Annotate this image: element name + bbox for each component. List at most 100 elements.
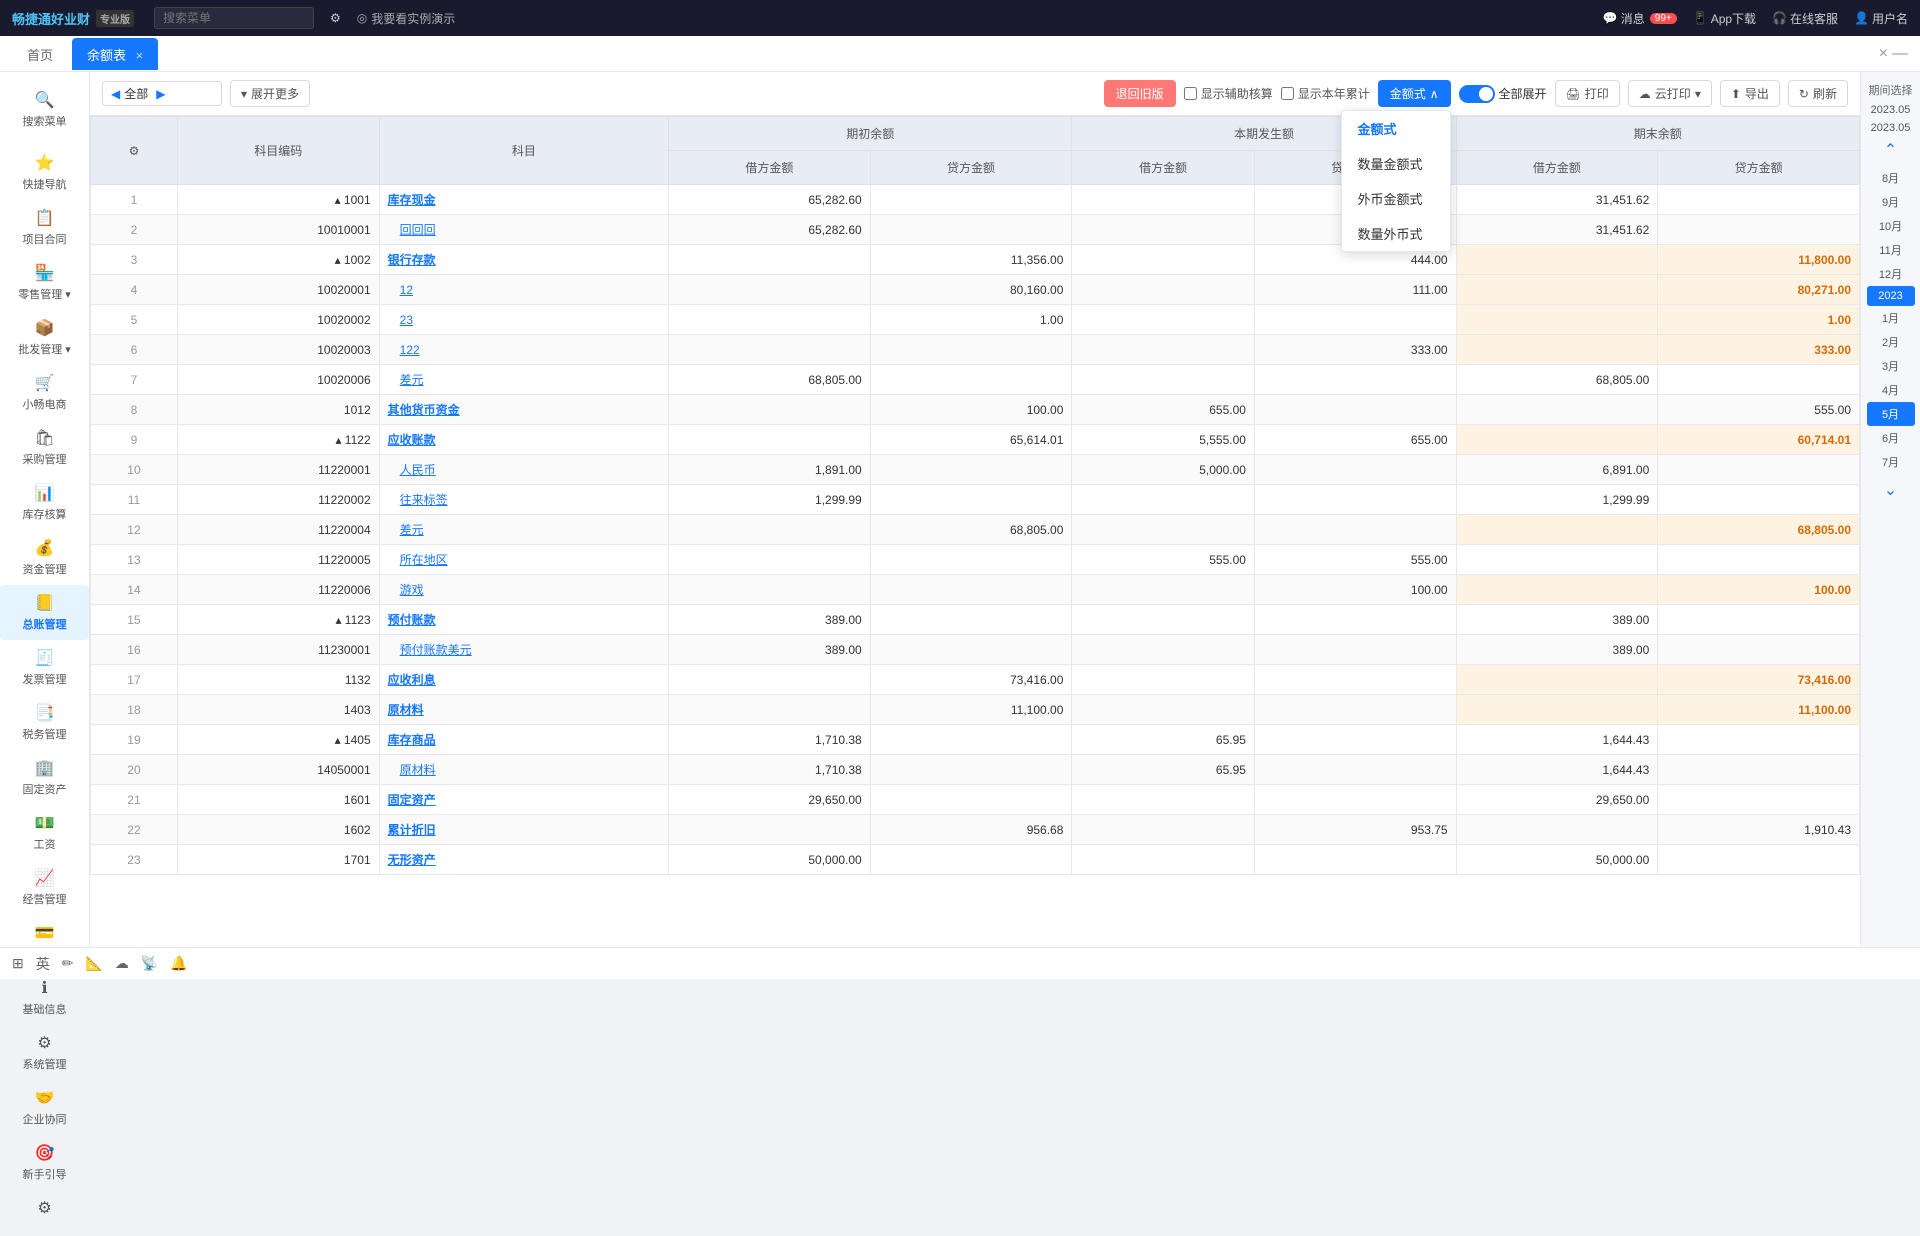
- sidebar-item-salary[interactable]: 💵 工资: [0, 805, 89, 860]
- online-service-btn[interactable]: 🎧 在线客服: [1772, 10, 1838, 27]
- sidebar-item-assets[interactable]: 🏢 固定资产: [0, 750, 89, 805]
- back-icon: ◀: [111, 87, 120, 101]
- format-dropdown-btn[interactable]: 金额式 ∧: [1378, 80, 1451, 107]
- month-item-10月[interactable]: 10月: [1867, 214, 1915, 238]
- sidebar-item-project[interactable]: 📋 项目合同: [0, 200, 89, 255]
- table-row-name[interactable]: 应收账款: [379, 425, 668, 455]
- month-item-6月[interactable]: 6月: [1867, 426, 1915, 450]
- ytd-check[interactable]: [1281, 87, 1294, 100]
- notification-btn[interactable]: 💬 消息 99+: [1603, 10, 1677, 27]
- table-row-name[interactable]: 12: [379, 275, 668, 305]
- expand-all-toggle[interactable]: 全部展开: [1459, 85, 1547, 103]
- table-row-credit-close: [1658, 215, 1860, 245]
- table-row-name[interactable]: 库存现金: [379, 185, 668, 215]
- window-min-btn[interactable]: —: [1892, 45, 1908, 63]
- month-item-7月[interactable]: 7月: [1867, 450, 1915, 474]
- panel-up-arrow[interactable]: ⌃: [1884, 140, 1897, 160]
- sidebar-item-tax[interactable]: 📑 税务管理: [0, 695, 89, 750]
- table-row-name[interactable]: 预付账款: [379, 605, 668, 635]
- month-item-4月[interactable]: 4月: [1867, 378, 1915, 402]
- month-item-2023[interactable]: 2023: [1867, 286, 1915, 306]
- month-item-9月[interactable]: 9月: [1867, 190, 1915, 214]
- table-row-name[interactable]: 回回回: [379, 215, 668, 245]
- table-row-name[interactable]: 原材料: [379, 755, 668, 785]
- sidebar-item-system[interactable]: ⚙ 系统管理: [0, 1025, 89, 1080]
- sidebar-item-operation[interactable]: 📈 经营管理: [0, 860, 89, 915]
- export-btn[interactable]: ⬆ 导出: [1720, 80, 1780, 107]
- th-settings[interactable]: ⚙: [91, 117, 178, 185]
- toggle-control[interactable]: [1459, 85, 1495, 103]
- month-item-12月[interactable]: 12月: [1867, 262, 1915, 286]
- tab-close-icon[interactable]: ×: [136, 48, 144, 63]
- sidebar-settings-btn[interactable]: ⚙: [33, 1190, 55, 1226]
- tab-balance[interactable]: 余额表 ×: [72, 38, 158, 70]
- cloud-print-btn[interactable]: ☁ 云打印 ▾: [1628, 80, 1712, 107]
- sidebar-item-guide[interactable]: 🎯 新手引导: [0, 1135, 89, 1190]
- user-avatar[interactable]: 👤 用户名: [1854, 10, 1908, 27]
- grid-icon[interactable]: ⊞: [12, 955, 24, 972]
- print-btn[interactable]: 🖨 打印: [1555, 80, 1620, 107]
- table-row-name[interactable]: 应收利息: [379, 665, 668, 695]
- signal-icon[interactable]: 📡: [141, 955, 158, 972]
- table-row-name[interactable]: 预付账款美元: [379, 635, 668, 665]
- show-auxiliary-checkbox[interactable]: 显示辅助核算: [1184, 85, 1273, 102]
- month-item-5月[interactable]: 5月: [1867, 402, 1915, 426]
- month-item-2月[interactable]: 2月: [1867, 330, 1915, 354]
- edit-icon[interactable]: ✏: [62, 955, 74, 972]
- table-row-name[interactable]: 无形资产: [379, 845, 668, 875]
- sidebar-item-quick-nav[interactable]: ⭐ 快捷导航: [0, 145, 89, 200]
- gear-icon[interactable]: ⚙: [330, 11, 341, 25]
- refresh-btn[interactable]: ↻ 刷新: [1788, 80, 1848, 107]
- format-option-qty-foreign[interactable]: 数量外币式: [1342, 216, 1450, 251]
- table-row-name[interactable]: 累计折旧: [379, 815, 668, 845]
- expand-more-btn[interactable]: ▾ 展开更多: [230, 80, 310, 107]
- sidebar-item-search[interactable]: 🔍 搜索菜单: [0, 82, 89, 137]
- show-ytd-checkbox[interactable]: 显示本年累计: [1281, 85, 1370, 102]
- top-search-input[interactable]: [154, 7, 314, 29]
- demo-link[interactable]: ◎ 我要看实例演示: [357, 10, 456, 27]
- table-row-name[interactable]: 银行存款: [379, 245, 668, 275]
- table-row-name[interactable]: 差元: [379, 515, 668, 545]
- month-item-8月[interactable]: 8月: [1867, 166, 1915, 190]
- lang-icon[interactable]: 英: [36, 954, 50, 974]
- format-option-qty-amount[interactable]: 数量金额式: [1342, 146, 1450, 181]
- filter-forward-icon[interactable]: ▶: [156, 87, 165, 101]
- sidebar-item-inventory[interactable]: 📊 库存核算: [0, 475, 89, 530]
- table-row-name[interactable]: 23: [379, 305, 668, 335]
- table-row-name[interactable]: 原材料: [379, 695, 668, 725]
- month-item-11月[interactable]: 11月: [1867, 238, 1915, 262]
- return-old-version-btn[interactable]: 退回旧版: [1104, 80, 1176, 107]
- table-row-debit-curr: 655.00: [1072, 395, 1255, 425]
- table-row-name[interactable]: 固定资产: [379, 785, 668, 815]
- month-item-1月[interactable]: 1月: [1867, 306, 1915, 330]
- table-row-name[interactable]: 122: [379, 335, 668, 365]
- sidebar-item-wholesale[interactable]: 📦 批发管理 ▾: [0, 310, 89, 365]
- table-row-name[interactable]: 游戏: [379, 575, 668, 605]
- sidebar-item-purchase[interactable]: 🛍 采购管理: [0, 420, 89, 475]
- table-row-name[interactable]: 所在地区: [379, 545, 668, 575]
- table-row-name[interactable]: 库存商品: [379, 725, 668, 755]
- auxiliary-check[interactable]: [1184, 87, 1197, 100]
- sidebar-item-ecommerce[interactable]: 🛒 小畅电商: [0, 365, 89, 420]
- table-row-name[interactable]: 往来标签: [379, 485, 668, 515]
- sidebar-item-retail[interactable]: 🏪 零售管理 ▾: [0, 255, 89, 310]
- table-row-name[interactable]: 人民币: [379, 455, 668, 485]
- sidebar-item-invoice[interactable]: 🧾 发票管理: [0, 640, 89, 695]
- table-row-name[interactable]: 差元: [379, 365, 668, 395]
- sidebar-item-ledger[interactable]: 📒 总账管理: [0, 585, 89, 640]
- month-item-3月[interactable]: 3月: [1867, 354, 1915, 378]
- format-option-amount[interactable]: 金额式: [1342, 111, 1450, 146]
- ruler-icon[interactable]: 📐: [85, 955, 102, 972]
- panel-down-arrow[interactable]: ⌄: [1884, 480, 1897, 500]
- bell-bottom-icon[interactable]: 🔔: [170, 955, 187, 972]
- cloud-bottom-icon[interactable]: ☁: [115, 955, 129, 972]
- table-row-name[interactable]: 其他货币资金: [379, 395, 668, 425]
- filter-box[interactable]: ◀ 全部 ▶: [102, 81, 222, 106]
- tab-home[interactable]: 首页: [12, 38, 68, 70]
- window-close-btn[interactable]: ×: [1879, 45, 1888, 63]
- sidebar-item-capital[interactable]: 💰 资金管理: [0, 530, 89, 585]
- format-option-foreign[interactable]: 外币金额式: [1342, 181, 1450, 216]
- table-row-code: 10020002: [177, 305, 379, 335]
- sidebar-item-coop[interactable]: 🤝 企业协同: [0, 1080, 89, 1135]
- app-download-btn[interactable]: 📱 App下载: [1693, 10, 1756, 27]
